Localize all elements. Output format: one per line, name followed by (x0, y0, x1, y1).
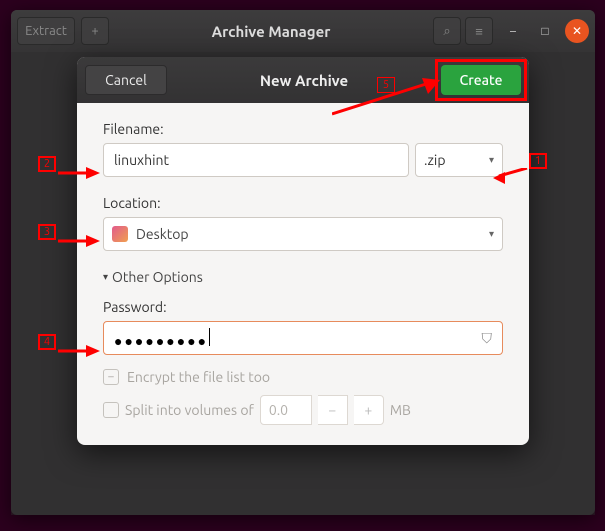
new-archive-dialog: Cancel New Archive Create Filename: linu… (77, 57, 529, 445)
search-icon: ⌕ (443, 24, 450, 39)
chevron-down-icon: ▾ (489, 154, 494, 166)
location-dropdown[interactable]: Desktop ▾ (103, 217, 503, 251)
close-button[interactable]: ✕ (565, 19, 589, 43)
dialog-title: New Archive (167, 72, 441, 89)
hamburger-menu-button[interactable]: ≡ (465, 17, 493, 45)
annotation-2: 2 (38, 156, 56, 172)
split-increment-button[interactable]: + (354, 395, 384, 425)
extract-button[interactable]: Extract (17, 17, 75, 45)
extension-value: .zip (424, 152, 446, 168)
split-checkbox[interactable] (103, 402, 119, 418)
menu-icon: ≡ (475, 24, 483, 39)
encrypt-label: Encrypt the file list too (127, 369, 270, 385)
titlebar: Extract + Archive Manager ⌕ ≡ – □ ✕ (11, 10, 595, 52)
split-decrement-button[interactable]: − (318, 395, 348, 425)
archive-manager-window: Extract + Archive Manager ⌕ ≡ – □ ✕ Canc… (11, 10, 595, 515)
text-cursor (209, 328, 210, 346)
filename-input[interactable]: linuxhint (103, 143, 409, 177)
annotation-3: 3 (38, 224, 56, 240)
triangle-down-icon: ▾ (103, 271, 108, 283)
filename-label: Filename: (103, 121, 503, 137)
maximize-button[interactable]: □ (533, 19, 557, 43)
cancel-button[interactable]: Cancel (85, 65, 167, 95)
annotation-1: 1 (529, 153, 547, 169)
split-unit: MB (390, 402, 411, 418)
desktop-icon (112, 226, 128, 242)
encrypt-checkbox: – (103, 369, 119, 385)
new-archive-button[interactable]: + (81, 17, 109, 45)
split-label: Split into volumes of (125, 402, 254, 418)
password-label: Password: (103, 299, 503, 315)
search-button[interactable]: ⌕ (433, 17, 461, 45)
annotation-4: 4 (38, 334, 56, 350)
location-label: Location: (103, 195, 503, 211)
create-button-wrap: Create (441, 65, 521, 95)
shield-icon: ⛉ (482, 330, 493, 347)
dialog-header: Cancel New Archive Create (77, 57, 529, 103)
extension-dropdown[interactable]: .zip ▾ (415, 143, 503, 177)
other-options-label: Other Options (112, 269, 203, 285)
create-button[interactable]: Create (441, 65, 521, 95)
password-input[interactable]: ●●●●●●●●● ⛉ (103, 321, 503, 355)
password-mask: ●●●●●●●●● (114, 328, 482, 349)
dialog-body: Filename: linuxhint .zip ▾ Location: Des… (77, 103, 529, 445)
other-options-toggle[interactable]: ▾ Other Options (103, 269, 503, 285)
annotation-5: 5 (377, 77, 395, 93)
chevron-down-icon: ▾ (489, 228, 494, 240)
split-size-input[interactable]: 0.0 (260, 395, 312, 425)
minimize-button[interactable]: – (501, 19, 525, 43)
location-value: Desktop (136, 226, 189, 242)
window-title: Archive Manager (113, 23, 429, 40)
